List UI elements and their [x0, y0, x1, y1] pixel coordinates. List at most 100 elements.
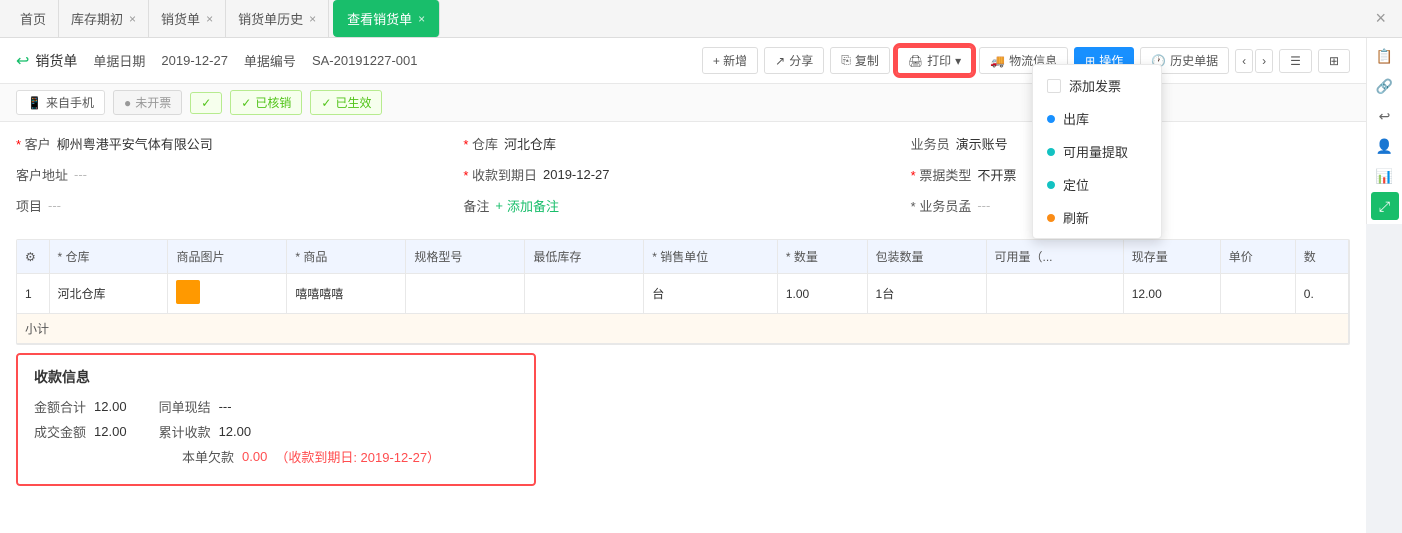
total-amount-value: 12.00 — [94, 399, 127, 414]
product-img-col-header: 商品图片 — [168, 240, 287, 274]
right-tool-clipboard[interactable]: 📋 — [1371, 42, 1399, 70]
paydate-field: 收款到期日 2019-12-27 — [463, 165, 902, 184]
quantity-col-header: * 数量 — [777, 240, 867, 274]
dropdown-refresh[interactable]: 刷新 — [1033, 201, 1161, 234]
available-qty-dot — [1047, 148, 1055, 156]
dropdown-locate[interactable]: 定位 — [1033, 168, 1161, 201]
phone-icon: 📱 — [27, 96, 42, 110]
dropdown-outbound[interactable]: 出库 — [1033, 102, 1161, 135]
tab-home-label: 首页 — [20, 9, 46, 28]
right-tool-link[interactable]: 🔗 — [1371, 72, 1399, 100]
doc-icon: ↩ — [16, 51, 29, 71]
check2-icon: ✓ — [241, 96, 251, 110]
staff-sales-value: --- — [977, 198, 990, 213]
same-order-label: 同单现结 — [159, 397, 211, 416]
print-icon: 🖨 — [908, 54, 923, 68]
tab-bar: 首页 库存期初 × 销货单 × 销货单历史 × 查看销货单 × × — [0, 0, 1402, 38]
not-open-badge: ● 未开票 — [113, 90, 182, 115]
row-product: 嘻嘻嘻嘻 — [287, 274, 406, 314]
tickettype-value: 不开票 — [977, 165, 1016, 184]
right-tool-expand[interactable]: ⤢ — [1371, 192, 1399, 220]
row-product-img — [168, 274, 287, 314]
table-row: 1 河北仓库 嘻嘻嘻嘻 台 1.00 1台 12 — [17, 274, 1349, 314]
packqty-col-header: 包装数量 — [867, 240, 986, 274]
tab-sales-order[interactable]: 销货单 × — [149, 0, 226, 37]
print-button[interactable]: 🖨 打印 ▾ — [896, 46, 973, 75]
copy-icon: ⎘ — [841, 53, 851, 68]
dropdown-add-invoice[interactable]: 添加发票 — [1033, 69, 1161, 102]
doc-meta: 单据日期 2019-12-27 单据编号 SA-20191227-001 — [93, 51, 417, 70]
code-value: SA-20191227-001 — [312, 53, 418, 68]
row-minstock — [525, 274, 644, 314]
page-close-btn[interactable]: × — [1367, 8, 1394, 29]
add-note-btn[interactable]: + 添加备注 — [495, 196, 559, 215]
currentstock-col-header: 现存量 — [1123, 240, 1220, 274]
payment-row-2: 成交金额 12.00 累计收款 12.00 — [34, 422, 518, 441]
tab-history-close[interactable]: × — [309, 12, 316, 26]
next-button[interactable]: › — [1255, 49, 1273, 73]
data-table: ⚙ * 仓库 商品图片 * 商品 规格型号 — [17, 240, 1349, 344]
paydate-label: 收款到期日 — [463, 165, 537, 184]
view-toggle-list[interactable]: ☰ — [1279, 49, 1312, 73]
tab-sales-history[interactable]: 销货单历史 × — [226, 0, 329, 37]
data-table-wrapper: ⚙ * 仓库 商品图片 * 商品 规格型号 — [16, 239, 1350, 345]
not-open-label: 未开票 — [135, 94, 171, 111]
cumulative-item: 累计收款 12.00 — [159, 422, 252, 441]
warehouse-label: 仓库 — [463, 134, 498, 153]
payment-box: 收款信息 金额合计 12.00 同单现结 --- 成交金额 12.00 — [16, 353, 536, 486]
new-button[interactable]: + 新增 — [702, 47, 758, 74]
tab-history-label: 销货单历史 — [238, 9, 303, 28]
effective-badge: ✓ 已生效 — [310, 90, 382, 115]
date-label: 单据日期 — [93, 51, 145, 70]
staff-sales-label: * 业务员孟 — [911, 196, 972, 215]
nav-arrows: ‹ › — [1235, 49, 1273, 73]
table-header-row: ⚙ * 仓库 商品图片 * 商品 规格型号 — [17, 240, 1349, 274]
overdue-item: 本单欠款 0.00 （收款到期日: 2019-12-27） — [182, 447, 440, 466]
total-amount-label: 金额合计 — [34, 397, 86, 416]
view-toggle-grid[interactable]: ⊞ — [1318, 49, 1350, 73]
tab-view-close[interactable]: × — [418, 12, 425, 26]
outbound-label: 出库 — [1063, 109, 1089, 128]
code-label: 单据编号 — [244, 51, 296, 70]
dropdown-available-qty[interactable]: 可用量提取 — [1033, 135, 1161, 168]
staff-value: 演示账号 — [956, 134, 1008, 153]
unitprice-col-header: 单价 — [1220, 240, 1295, 274]
tab-inventory-init[interactable]: 库存期初 × — [59, 0, 149, 37]
refresh-dot — [1047, 214, 1055, 222]
minstock-col-header: 最低库存 — [525, 240, 644, 274]
right-toolbar: 📋 🔗 ↩ 👤 📊 ⤢ — [1366, 38, 1402, 224]
prev-button[interactable]: ‹ — [1235, 49, 1253, 73]
right-tool-chart[interactable]: 📊 — [1371, 162, 1399, 190]
from-phone-btn[interactable]: 📱 来自手机 — [16, 90, 105, 115]
cumulative-label: 累计收款 — [159, 422, 211, 441]
circle-icon: ● — [124, 96, 131, 110]
history-label: 历史单据 — [1170, 52, 1218, 69]
share-label: 分享 — [789, 52, 813, 69]
warehouse-field: 仓库 河北仓库 — [463, 134, 902, 153]
subtotal-label: 小计 — [17, 314, 1349, 344]
tab-view-sales[interactable]: 查看销货单 × — [333, 0, 440, 37]
note-label: 备注 — [463, 196, 489, 215]
warehouse-col-header: * 仓库 — [49, 240, 168, 274]
print-arrow: ▾ — [955, 54, 961, 68]
tab-home[interactable]: 首页 — [8, 0, 59, 37]
tickettype-label: 票据类型 — [911, 165, 972, 184]
tab-sales-close[interactable]: × — [206, 12, 213, 26]
refresh-label: 刷新 — [1063, 208, 1089, 227]
share-button[interactable]: ↗ 分享 — [764, 47, 824, 74]
settings-col-header[interactable]: ⚙ — [17, 240, 49, 274]
invoice-icon — [1047, 79, 1061, 93]
row-spec — [406, 274, 525, 314]
from-phone-label: 来自手机 — [46, 94, 94, 111]
deal-amount-label: 成交金额 — [34, 422, 86, 441]
payment-row-3: 本单欠款 0.00 （收款到期日: 2019-12-27） — [34, 447, 518, 466]
product-thumbnail — [176, 280, 200, 304]
product-col-header: * 商品 — [287, 240, 406, 274]
right-tool-user[interactable]: 👤 — [1371, 132, 1399, 160]
amount-col-header: 数 — [1295, 240, 1348, 274]
right-tool-return[interactable]: ↩ — [1371, 102, 1399, 130]
address-value: --- — [74, 167, 87, 182]
total-amount-item: 金额合计 12.00 — [34, 397, 127, 416]
copy-button[interactable]: ⎘ 复制 — [830, 47, 890, 74]
tab-inventory-close[interactable]: × — [129, 12, 136, 26]
